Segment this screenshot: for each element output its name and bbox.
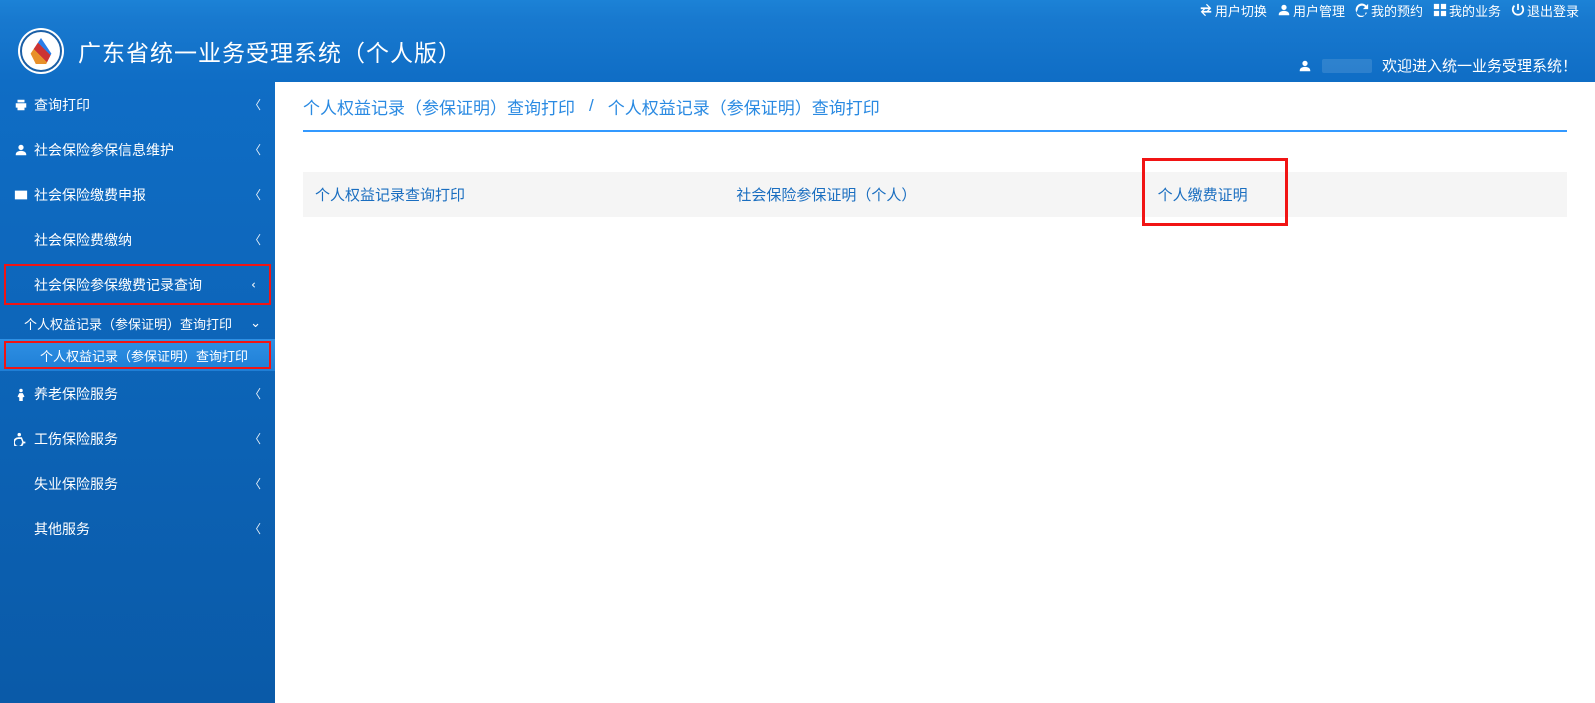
option-row: 个人权益记录查询打印 社会保险参保证明（个人） 个人缴费证明 [303, 172, 1567, 217]
sidebar-item-unemployment[interactable]: 失业保险服务 〈 [0, 461, 275, 506]
option-label: 个人缴费证明 [1158, 184, 1248, 205]
refresh-icon [1355, 3, 1369, 17]
sidebar-sub-rights-record-print[interactable]: 个人权益记录（参保证明）查询打印 [0, 339, 275, 371]
sidebar-item-label: 社会保险费缴纳 [34, 230, 249, 250]
chevron-left-icon: 〈 [249, 141, 261, 158]
chevron-left-icon: 〈 [249, 385, 261, 402]
sidebar-sub-label: 个人权益记录（参保证明）查询打印 [24, 314, 250, 333]
sidebar-item-label: 社会保险参保缴费记录查询 [34, 275, 251, 295]
main-content: 个人权益记录（参保证明）查询打印 / 个人权益记录（参保证明）查询打印 个人权益… [275, 82, 1595, 703]
logout-label: 退出登录 [1527, 1, 1579, 20]
breadcrumb-sep: / [589, 96, 594, 116]
sidebar-item-label: 社会保险缴费申报 [34, 185, 249, 205]
sidebar-item-payment-record[interactable]: 社会保险参保缴费记录查询 ⌄ [0, 262, 275, 307]
chevron-down-icon: ⌄ [249, 279, 263, 289]
logo [18, 28, 64, 74]
user-switch-link[interactable]: 用户切换 [1195, 1, 1271, 20]
option-label: 个人权益记录查询打印 [315, 184, 465, 205]
option-insurance-proof[interactable]: 社会保险参保证明（个人） [724, 172, 1145, 217]
appointment-label: 我的预约 [1371, 1, 1423, 20]
option-label: 社会保险参保证明（个人） [736, 184, 916, 205]
sidebar-item-query-print[interactable]: 查询打印 〈 [0, 82, 275, 127]
grid-icon [1433, 3, 1447, 17]
option-payment-proof[interactable]: 个人缴费证明 [1146, 172, 1567, 217]
sidebar-item-insurance-info[interactable]: 社会保险参保信息维护 〈 [0, 127, 275, 172]
user-manage-label: 用户管理 [1293, 1, 1345, 20]
logout-link[interactable]: 退出登录 [1507, 1, 1583, 20]
welcome-text: 欢迎进入统一业务受理系统！ [1382, 55, 1577, 76]
sidebar-item-fee-pay[interactable]: 社会保险费缴纳 〈 [0, 217, 275, 262]
sidebar-item-label: 养老保险服务 [34, 384, 249, 404]
power-icon [1511, 3, 1525, 17]
top-nav: 用户切换 用户管理 我的预约 我的业务 退出登录 [0, 0, 1595, 20]
option-rights-record[interactable]: 个人权益记录查询打印 [303, 172, 724, 217]
user-manage-link[interactable]: 用户管理 [1273, 1, 1349, 20]
appointment-link[interactable]: 我的预约 [1351, 1, 1427, 20]
breadcrumb-b[interactable]: 个人权益记录（参保证明）查询打印 [608, 94, 880, 119]
wheelchair-icon [14, 432, 30, 446]
sidebar-item-label: 其他服务 [34, 519, 249, 539]
sidebar-item-pension[interactable]: 养老保险服务 〈 [0, 371, 275, 416]
user-icon [14, 143, 30, 157]
chevron-left-icon: 〈 [249, 96, 261, 113]
sidebar-sub-rights-record[interactable]: 个人权益记录（参保证明）查询打印 ⌄ [0, 307, 275, 339]
sidebar-item-payment-declare[interactable]: 社会保险缴费申报 〈 [0, 172, 275, 217]
chevron-left-icon: 〈 [249, 475, 261, 492]
header: 广东省统一业务受理系统（个人版） 欢迎进入统一业务受理系统！ [0, 20, 1595, 82]
chevron-left-icon: 〈 [249, 231, 261, 248]
sidebar-item-label: 工伤保险服务 [34, 429, 249, 449]
breadcrumb-a[interactable]: 个人权益记录（参保证明）查询打印 [303, 94, 575, 119]
swap-icon [1199, 3, 1213, 17]
sidebar-item-other[interactable]: 其他服务 〈 [0, 506, 275, 551]
sidebar-item-label: 失业保险服务 [34, 474, 249, 494]
card-icon [14, 188, 30, 202]
chevron-left-icon: 〈 [249, 430, 261, 447]
sidebar-item-label: 查询打印 [34, 95, 249, 115]
chevron-down-icon: ⌄ [250, 315, 261, 331]
app-title: 广东省统一业务受理系统（个人版） [78, 34, 462, 68]
sidebar: 查询打印 〈 社会保险参保信息维护 〈 社会保险缴费申报 〈 社会保险费缴纳 〈… [0, 82, 275, 703]
user-icon [1298, 59, 1312, 73]
printer-icon [14, 98, 30, 112]
user-name-redacted [1322, 59, 1372, 73]
business-link[interactable]: 我的业务 [1429, 1, 1505, 20]
user-switch-label: 用户切换 [1215, 1, 1267, 20]
user-icon [1277, 3, 1291, 17]
breadcrumb: 个人权益记录（参保证明）查询打印 / 个人权益记录（参保证明）查询打印 [303, 82, 1567, 132]
sidebar-item-label: 社会保险参保信息维护 [34, 140, 249, 160]
sidebar-item-injury[interactable]: 工伤保险服务 〈 [0, 416, 275, 461]
business-label: 我的业务 [1449, 1, 1501, 20]
person-icon [14, 387, 30, 401]
chevron-left-icon: 〈 [249, 520, 261, 537]
welcome-bar: 欢迎进入统一业务受理系统！ [1298, 55, 1577, 76]
sidebar-sub-label: 个人权益记录（参保证明）查询打印 [40, 346, 248, 365]
chevron-left-icon: 〈 [249, 186, 261, 203]
